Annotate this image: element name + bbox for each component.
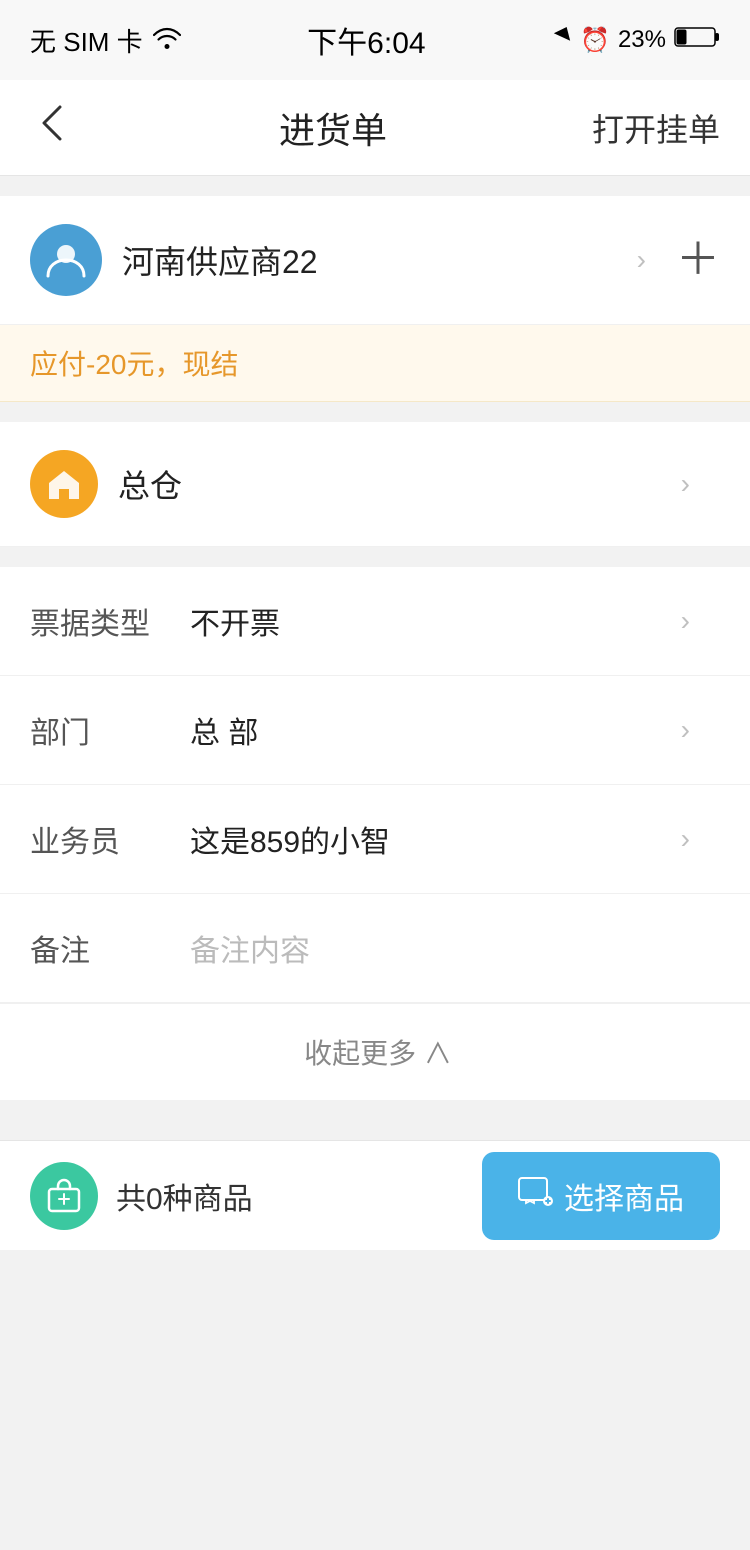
nav-bar: 进货单 打开挂单 bbox=[0, 80, 750, 176]
supplier-section: 河南供应商22 › ＋ 应付-20元，现结 bbox=[0, 196, 750, 402]
status-right: ⏰ 23% bbox=[552, 25, 720, 56]
warehouse-row[interactable]: 总仓 › bbox=[0, 422, 750, 547]
select-goods-icon bbox=[518, 1177, 554, 1215]
notice-bar: 应付-20元，现结 bbox=[0, 325, 750, 402]
warehouse-arrow-icon: › bbox=[681, 468, 690, 500]
back-button[interactable] bbox=[30, 93, 74, 162]
status-bar: 无 SIM 卡 下午6:04 ⏰ 23% bbox=[0, 0, 750, 80]
salesperson-value: 这是859的小智 bbox=[170, 817, 681, 861]
department-label: 部门 bbox=[30, 708, 170, 752]
wifi-icon bbox=[153, 25, 181, 56]
location-icon bbox=[552, 25, 572, 56]
remark-row[interactable]: 备注 备注内容 bbox=[0, 894, 750, 1003]
battery-icon bbox=[674, 25, 720, 56]
warehouse-section: 总仓 › bbox=[0, 422, 750, 547]
status-left: 无 SIM 卡 bbox=[30, 22, 181, 59]
supplier-avatar bbox=[30, 224, 102, 296]
invoice-label: 票据类型 bbox=[30, 599, 170, 643]
section-gap-3 bbox=[0, 547, 750, 567]
department-arrow-icon: › bbox=[681, 714, 690, 746]
status-time: 下午6:04 bbox=[307, 18, 425, 62]
battery-text: 23% bbox=[618, 26, 666, 54]
section-gap-2 bbox=[0, 402, 750, 422]
page-background bbox=[0, 1250, 750, 1550]
section-gap-1 bbox=[0, 176, 750, 196]
collapse-row[interactable]: 收起更多 ∧ bbox=[0, 1003, 750, 1100]
select-goods-label: 选择商品 bbox=[564, 1174, 684, 1218]
bottom-bar: 共0种商品 选择商品 bbox=[0, 1140, 750, 1250]
warehouse-icon bbox=[30, 450, 98, 518]
goods-count: 共0种商品 bbox=[116, 1174, 253, 1218]
salesperson-row[interactable]: 业务员 这是859的小智 › bbox=[0, 785, 750, 894]
section-gap-4 bbox=[0, 1100, 750, 1120]
salesperson-arrow-icon: › bbox=[681, 823, 690, 855]
goods-icon bbox=[30, 1162, 98, 1230]
form-section: 票据类型 不开票 › 部门 总 部 › 业务员 这是859的小智 › 备注 备注… bbox=[0, 567, 750, 1100]
invoice-row[interactable]: 票据类型 不开票 › bbox=[0, 567, 750, 676]
add-supplier-button[interactable]: ＋ bbox=[676, 238, 720, 282]
collapse-label: 收起更多 ∧ bbox=[304, 1032, 452, 1072]
supplier-name: 河南供应商22 bbox=[122, 237, 637, 283]
supplier-arrow-icon: › bbox=[637, 244, 646, 276]
page-title: 进货单 bbox=[279, 102, 387, 154]
remark-input[interactable]: 备注内容 bbox=[170, 926, 720, 970]
select-goods-button[interactable]: 选择商品 bbox=[482, 1152, 720, 1240]
supplier-row[interactable]: 河南供应商22 › ＋ bbox=[0, 196, 750, 325]
goods-info: 共0种商品 bbox=[30, 1162, 253, 1230]
invoice-arrow-icon: › bbox=[681, 605, 690, 637]
department-row[interactable]: 部门 总 部 › bbox=[0, 676, 750, 785]
invoice-value: 不开票 bbox=[170, 599, 681, 643]
remark-label: 备注 bbox=[30, 926, 170, 970]
notice-text: 应付-20元，现结 bbox=[30, 349, 238, 380]
carrier-text: 无 SIM 卡 bbox=[30, 22, 143, 59]
department-value: 总 部 bbox=[170, 708, 681, 752]
salesperson-label: 业务员 bbox=[30, 817, 170, 861]
open-pending-button[interactable]: 打开挂单 bbox=[592, 105, 720, 151]
alarm-icon: ⏰ bbox=[580, 26, 610, 55]
warehouse-name: 总仓 bbox=[118, 461, 681, 507]
